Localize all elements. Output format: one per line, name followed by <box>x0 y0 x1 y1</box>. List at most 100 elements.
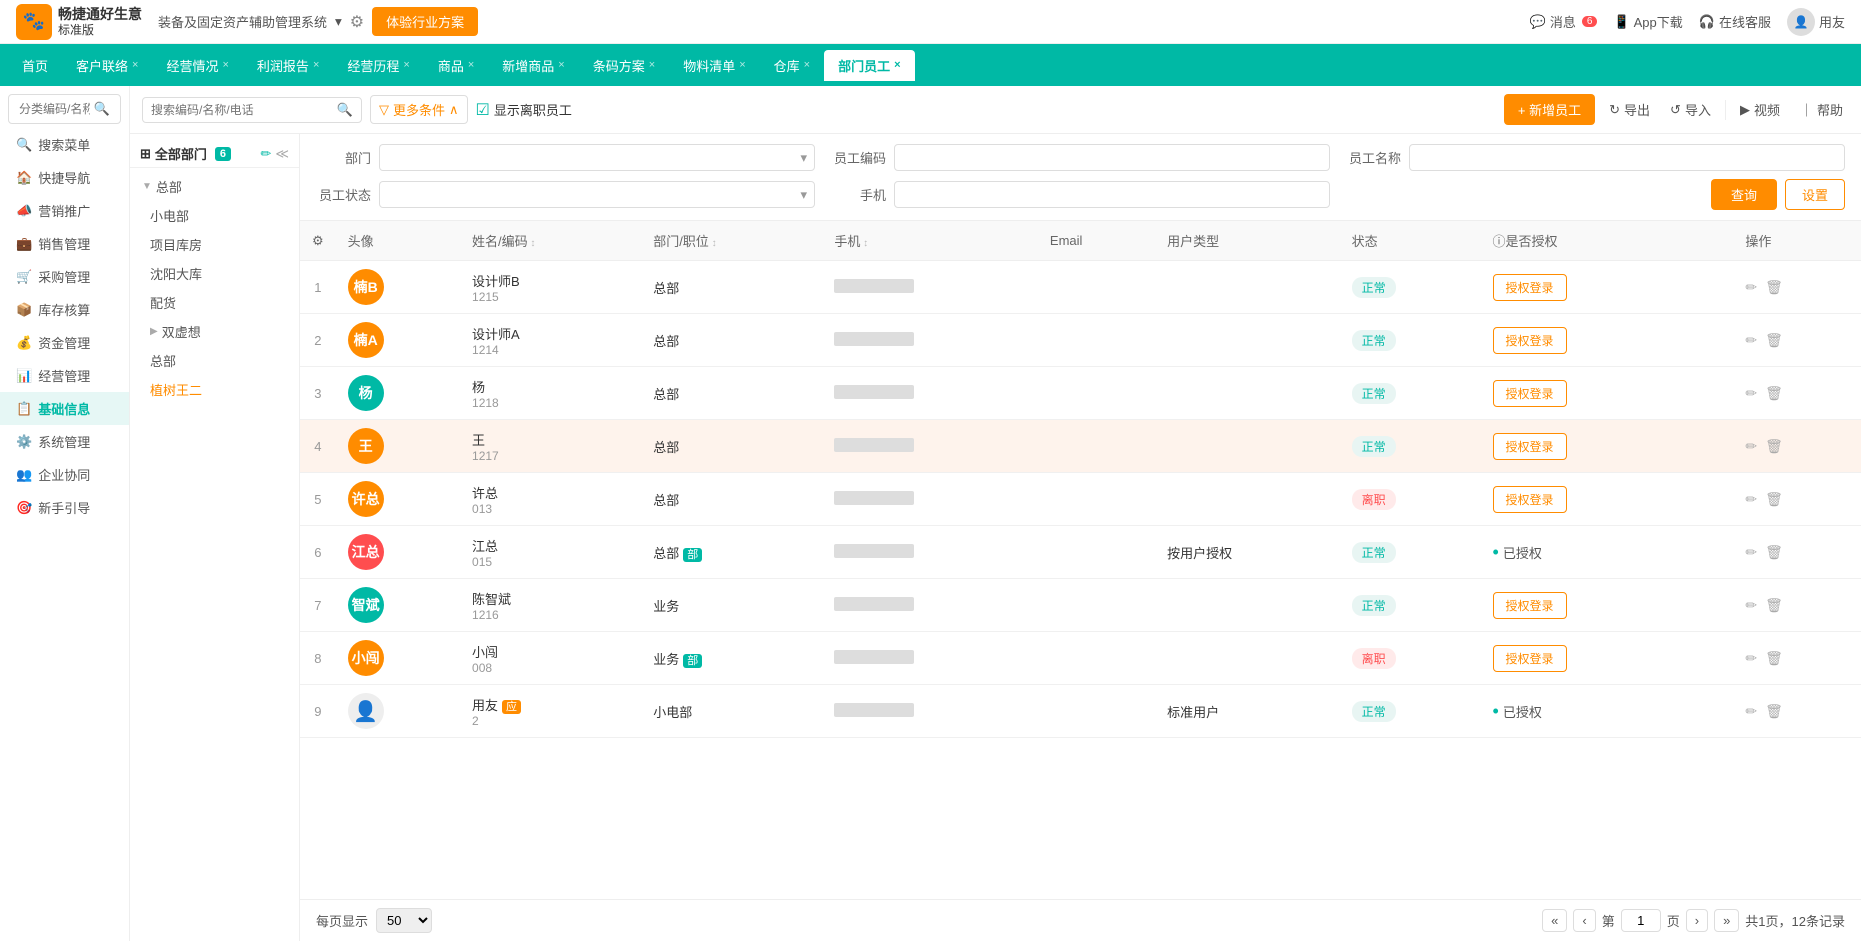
page-input[interactable] <box>1621 909 1661 932</box>
delete-icon[interactable]: 🗑 <box>1765 703 1783 720</box>
view-btn[interactable]: ▶ 视频 <box>1734 96 1786 123</box>
sidebar-item-finance[interactable]: 💰 资金管理 <box>0 326 129 359</box>
auth-login-btn[interactable]: 授权登录 <box>1493 327 1567 354</box>
delete-icon[interactable]: 🗑 <box>1765 650 1783 667</box>
trial-btn[interactable]: 体验行业方案 <box>372 7 478 36</box>
sidebar-item-sales[interactable]: 💼 销售管理 <box>0 227 129 260</box>
delete-icon[interactable]: 🗑 <box>1765 438 1783 455</box>
app-download-btn[interactable]: 📱 App下载 <box>1613 12 1682 31</box>
close-icon[interactable]: × <box>558 59 564 71</box>
status-select[interactable] <box>379 181 815 208</box>
edit-icon[interactable]: ✏ <box>1745 332 1757 349</box>
tab-history[interactable]: 经营历程 × <box>333 50 423 81</box>
empname-input[interactable] <box>1409 144 1845 171</box>
close-icon[interactable]: × <box>804 59 810 71</box>
dept-select-wrap[interactable] <box>379 144 815 171</box>
delete-icon[interactable]: 🗑 <box>1765 491 1783 508</box>
prev-page-btn[interactable]: ‹ <box>1573 909 1595 932</box>
sidebar-item-inventory[interactable]: 📦 库存核算 <box>0 293 129 326</box>
delete-icon[interactable]: 🗑 <box>1765 385 1783 402</box>
phone-input[interactable] <box>894 181 1330 208</box>
edit-icon[interactable]: ✏ <box>1745 438 1757 455</box>
th-dept[interactable]: 部门/职位 <box>641 221 822 261</box>
delete-icon[interactable]: 🗑 <box>1765 597 1783 614</box>
close-icon[interactable]: × <box>739 59 745 71</box>
tab-business[interactable]: 经营情况 × <box>152 50 242 81</box>
delete-icon[interactable]: 🗑 <box>1765 544 1783 561</box>
dept-item-ph[interactable]: 配货 <box>130 288 299 317</box>
edit-icon[interactable]: ✏ <box>1745 279 1757 296</box>
delete-icon[interactable]: 🗑 <box>1765 332 1783 349</box>
add-employee-btn[interactable]: + 新增员工 <box>1504 94 1595 125</box>
auth-login-btn[interactable]: 授权登录 <box>1493 433 1567 460</box>
sidebar-item-guide[interactable]: 🎯 新手引导 <box>0 491 129 524</box>
dept-item-sydk[interactable]: 沈阳大库 <box>130 259 299 288</box>
system-select-btn[interactable]: ▾ <box>335 14 342 30</box>
tab-barcode[interactable]: 条码方案 × <box>579 50 669 81</box>
first-page-btn[interactable]: « <box>1542 909 1567 932</box>
edit-icon[interactable]: ✏ <box>1745 703 1757 720</box>
dept-item-head[interactable]: ▼ 总部 <box>130 172 299 201</box>
edit-icon[interactable]: ✏ <box>1745 491 1757 508</box>
sidebar-item-collab[interactable]: 👥 企业协同 <box>0 458 129 491</box>
user-avatar[interactable]: 👤 用友 <box>1787 8 1845 36</box>
tab-bom[interactable]: 物料清单 × <box>669 50 759 81</box>
close-icon[interactable]: × <box>649 59 655 71</box>
collapse-icon[interactable]: ≪ <box>275 146 289 162</box>
dept-search-box[interactable]: 🔍 <box>142 97 362 123</box>
tab-warehouse[interactable]: 仓库 × <box>760 50 824 81</box>
edit-icon[interactable]: ✏ <box>1745 544 1757 561</box>
edit-icon[interactable]: ✏ <box>1745 597 1757 614</box>
close-icon[interactable]: × <box>313 59 319 71</box>
show-resigned-checkbox[interactable]: ☑ 显示离职员工 <box>476 100 572 120</box>
query-btn[interactable]: 查询 <box>1711 179 1777 210</box>
dept-item-zb[interactable]: 总部 <box>130 346 299 375</box>
sidebar-item-nav[interactable]: 🏠 快捷导航 <box>0 161 129 194</box>
empcode-input[interactable] <box>894 144 1330 171</box>
close-icon[interactable]: × <box>132 59 138 71</box>
dept-item-zswer[interactable]: 植树王二 <box>130 375 299 404</box>
tab-home[interactable]: 首页 <box>8 50 62 81</box>
dept-select[interactable] <box>379 144 815 171</box>
setting-btn[interactable]: 设置 <box>1785 179 1845 210</box>
export-btn[interactable]: ↻ 导出 <box>1603 96 1656 123</box>
th-name[interactable]: 姓名/编码 <box>460 221 641 261</box>
tab-customer[interactable]: 客户联络 × <box>62 50 152 81</box>
more-filter-btn[interactable]: ▽ 更多条件 ∧ <box>370 95 468 124</box>
import-btn[interactable]: ↺ 导入 <box>1664 96 1717 123</box>
sidebar-item-search[interactable]: 🔍 搜索菜单 <box>0 128 129 161</box>
tab-profit[interactable]: 利润报告 × <box>243 50 333 81</box>
online-service-btn[interactable]: 🎧 在线客服 <box>1699 12 1771 31</box>
auth-login-btn[interactable]: 授权登录 <box>1493 592 1567 619</box>
sidebar-search-input[interactable] <box>19 102 90 116</box>
th-phone[interactable]: 手机 <box>822 221 1038 261</box>
sidebar-item-purchase[interactable]: 🛒 采购管理 <box>0 260 129 293</box>
cell-auth[interactable]: 授权登录 <box>1481 367 1684 420</box>
help-btn[interactable]: ｜ 帮助 <box>1794 96 1849 123</box>
edit-dept-icon[interactable]: ✏ <box>260 146 271 162</box>
tab-goods[interactable]: 商品 × <box>424 50 488 81</box>
settings-icon[interactable]: ⚙ <box>350 12 364 32</box>
edit-icon[interactable]: ✏ <box>1745 650 1757 667</box>
message-btn[interactable]: 💬 消息 6 <box>1530 12 1598 31</box>
auth-login-btn[interactable]: 授权登录 <box>1493 645 1567 672</box>
delete-icon[interactable]: 🗑 <box>1765 279 1783 296</box>
status-select-wrap[interactable] <box>379 181 815 208</box>
cell-auth[interactable]: 授权登录 <box>1481 261 1684 314</box>
auth-login-btn[interactable]: 授权登录 <box>1493 274 1567 301</box>
sidebar-item-operation[interactable]: 📊 经营管理 <box>0 359 129 392</box>
close-icon[interactable]: × <box>468 59 474 71</box>
th-settings[interactable]: ⚙ <box>300 221 336 261</box>
sidebar-search-box[interactable]: 🔍 <box>8 94 121 124</box>
page-size-select[interactable]: 50 100 <box>376 908 432 933</box>
dept-item-xbd[interactable]: 小电部 <box>130 201 299 230</box>
cell-auth[interactable]: 授权登录 <box>1481 473 1684 526</box>
dept-search-input[interactable] <box>151 103 333 117</box>
dept-item-xlk[interactable]: 项目库房 <box>130 230 299 259</box>
close-icon[interactable]: × <box>894 59 900 71</box>
dept-item-sxc[interactable]: ▶ 双虚想 <box>130 317 299 346</box>
cell-auth[interactable]: 授权登录 <box>1481 579 1684 632</box>
sidebar-item-system[interactable]: ⚙️ 系统管理 <box>0 425 129 458</box>
close-icon[interactable]: × <box>403 59 409 71</box>
cell-auth[interactable]: 授权登录 <box>1481 632 1684 685</box>
